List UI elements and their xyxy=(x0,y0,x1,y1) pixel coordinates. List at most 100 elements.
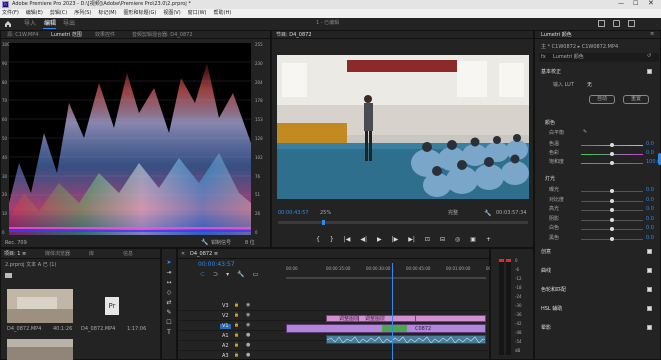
track-label[interactable]: V2 xyxy=(220,314,231,319)
menu-item-6[interactable]: 视图(V) xyxy=(163,11,180,16)
tab-libraries[interactable]: 库 xyxy=(89,252,94,257)
video-clips-v1[interactable]: C0872 xyxy=(286,324,486,333)
lumetri-source-label[interactable]: 主 * C1W0872 ▸ C1W0872.MP4 xyxy=(541,45,618,50)
panel-menu-icon[interactable]: ≡ xyxy=(650,32,654,37)
bit-depth-select[interactable]: 8 位 xyxy=(245,241,255,246)
share-icon[interactable] xyxy=(613,20,620,27)
section-3[interactable]: HSL 辅助 xyxy=(539,304,659,314)
reset-button[interactable]: 重置 xyxy=(623,95,650,104)
lift-icon[interactable]: ⊡ xyxy=(425,236,430,243)
track-label[interactable]: A3 xyxy=(220,354,231,359)
slider-value[interactable]: 0.0 xyxy=(646,188,654,193)
go-to-in-icon[interactable]: |◀ xyxy=(344,236,351,243)
tab-project[interactable]: 项目: 1 ≡ xyxy=(4,252,26,257)
eye-icon[interactable]: ◉ xyxy=(246,323,250,328)
slider-knob[interactable] xyxy=(610,189,614,193)
mic-icon[interactable]: ● xyxy=(246,353,250,358)
go-to-out-icon[interactable]: ▶| xyxy=(408,236,415,243)
program-scrubber[interactable] xyxy=(278,220,528,225)
mark-in-icon[interactable]: { xyxy=(316,236,320,243)
button-editor-icon[interactable]: ▣ xyxy=(470,236,476,243)
timeline-playhead[interactable] xyxy=(392,263,393,360)
selection-tool-icon[interactable]: ➤ xyxy=(166,259,171,266)
slider-knob[interactable] xyxy=(610,161,614,165)
time-ruler[interactable]: 00:00 00:00:15:00 00:00:30:00 00:00:45:00 00… xyxy=(286,263,510,277)
menu-item-2[interactable]: 剪辑(C) xyxy=(50,11,67,16)
mic-icon[interactable]: ● xyxy=(246,343,250,348)
slider-value[interactable]: 0.0 xyxy=(646,197,654,203)
fx-icon[interactable]: fx xyxy=(541,55,546,60)
workspace-tab-import[interactable]: 导入 xyxy=(24,21,36,27)
lock-icon[interactable]: 🔒 xyxy=(234,353,239,357)
workspace-tab-export[interactable]: 导出 xyxy=(63,21,75,27)
captions-icon[interactable]: ▭ xyxy=(253,271,259,278)
timeline-settings-icon[interactable]: 🔧 xyxy=(237,271,244,278)
lock-icon[interactable]: 🔒 xyxy=(234,323,239,327)
slider-value[interactable]: 0.0 xyxy=(646,216,654,222)
program-timecode[interactable]: 00:00:43:57 xyxy=(278,211,309,216)
section-2[interactable]: 色轮和匹配 xyxy=(539,285,659,295)
mic-icon[interactable]: ● xyxy=(246,333,250,338)
lock-icon[interactable]: 🔒 xyxy=(234,343,239,347)
tab-effect-controls[interactable]: 效果控件 xyxy=(95,33,115,38)
section-checkbox[interactable] xyxy=(647,268,652,273)
slider-knob[interactable] xyxy=(610,227,614,231)
menu-item-7[interactable]: 窗口(W) xyxy=(188,11,207,16)
section-checkbox[interactable] xyxy=(647,306,652,311)
section-1[interactable]: 曲线 xyxy=(539,266,659,276)
ripple-edit-icon[interactable]: ↔ xyxy=(166,279,171,286)
step-back-icon[interactable]: ◀| xyxy=(360,236,367,243)
menu-item-1[interactable]: 编辑(E) xyxy=(26,11,43,16)
zoom-select[interactable]: 25% xyxy=(320,211,331,216)
slider-knob[interactable] xyxy=(610,198,614,203)
adjustment-clip-v2[interactable]: 调整图层 xyxy=(358,315,416,322)
program-title[interactable]: 节目: D4_0872 xyxy=(276,33,312,38)
sequence-tab[interactable]: D4_0872 ≡ xyxy=(190,252,218,257)
section-checkbox[interactable] xyxy=(647,249,652,254)
project-item-1[interactable]: D4_0872.MP4 40:1:26 xyxy=(7,289,73,333)
lock-icon[interactable]: 🔒 xyxy=(234,333,239,337)
lumetri-effect-select[interactable]: Lumetri 颜色 xyxy=(553,55,584,60)
menu-item-8[interactable]: 帮助(H) xyxy=(214,11,232,16)
hand-tool-icon[interactable]: ☐ xyxy=(166,319,171,326)
slider-knob[interactable] xyxy=(610,208,614,212)
razor-tool-icon[interactable]: ◇ xyxy=(167,289,172,296)
expand-icon[interactable] xyxy=(628,20,635,27)
reset-effect-icon[interactable]: ↺ xyxy=(647,54,651,59)
step-forward-icon[interactable]: |▶ xyxy=(392,236,399,243)
folder-icon[interactable] xyxy=(5,273,12,278)
track-label[interactable]: A1 xyxy=(220,334,231,339)
track-label[interactable]: V1 xyxy=(220,324,231,329)
lock-icon[interactable]: 🔒 xyxy=(234,303,239,307)
settings-wrench-icon[interactable]: 🔧 xyxy=(484,210,491,217)
home-icon[interactable] xyxy=(4,20,12,28)
slider-value[interactable]: 0.0 xyxy=(646,142,654,147)
extract-icon[interactable]: ⊟ xyxy=(440,236,445,243)
input-lut-select[interactable]: 无 xyxy=(587,83,592,88)
tab-audio-mixer[interactable]: 音频剪辑混合器: D4_0872 xyxy=(132,33,193,38)
mark-out-icon[interactable]: } xyxy=(330,236,334,243)
slider-knob[interactable] xyxy=(610,152,614,156)
eyedropper-icon[interactable]: ✎ xyxy=(583,130,587,135)
add-marker-icon[interactable]: ▾ xyxy=(226,271,229,278)
slider-value[interactable]: 0.0 xyxy=(646,235,654,241)
timeline-timecode[interactable]: 00:00:43:57 xyxy=(198,262,235,268)
tab-lumetri-color[interactable]: Lumetri 颜色 xyxy=(541,33,572,38)
slider-knob[interactable] xyxy=(610,217,614,222)
playhead-marker[interactable] xyxy=(322,220,325,225)
menu-item-4[interactable]: 标记(M) xyxy=(98,11,116,16)
export-frame-icon[interactable]: ◎ xyxy=(455,236,460,243)
tab-lumetri-scopes[interactable]: Lumetri 范围 xyxy=(51,33,82,38)
maximize-button[interactable]: ☐ xyxy=(633,1,638,7)
project-item-3[interactable] xyxy=(7,339,73,360)
track-label[interactable]: V3 xyxy=(220,304,231,309)
slider-value[interactable]: 0.0 xyxy=(646,151,654,156)
section-0[interactable]: 创意 xyxy=(539,247,659,257)
workspace-tab-edit[interactable]: 编辑 xyxy=(44,21,56,27)
add-button-icon[interactable]: + xyxy=(486,236,491,243)
wrench-icon[interactable]: 🔧 xyxy=(201,239,208,246)
audio-clips-a1[interactable] xyxy=(326,335,486,344)
menu-item-5[interactable]: 图形和标题(G) xyxy=(124,11,157,16)
snap-icon[interactable]: ⊂ xyxy=(200,271,205,278)
slip-tool-icon[interactable]: ⇄ xyxy=(166,299,171,306)
